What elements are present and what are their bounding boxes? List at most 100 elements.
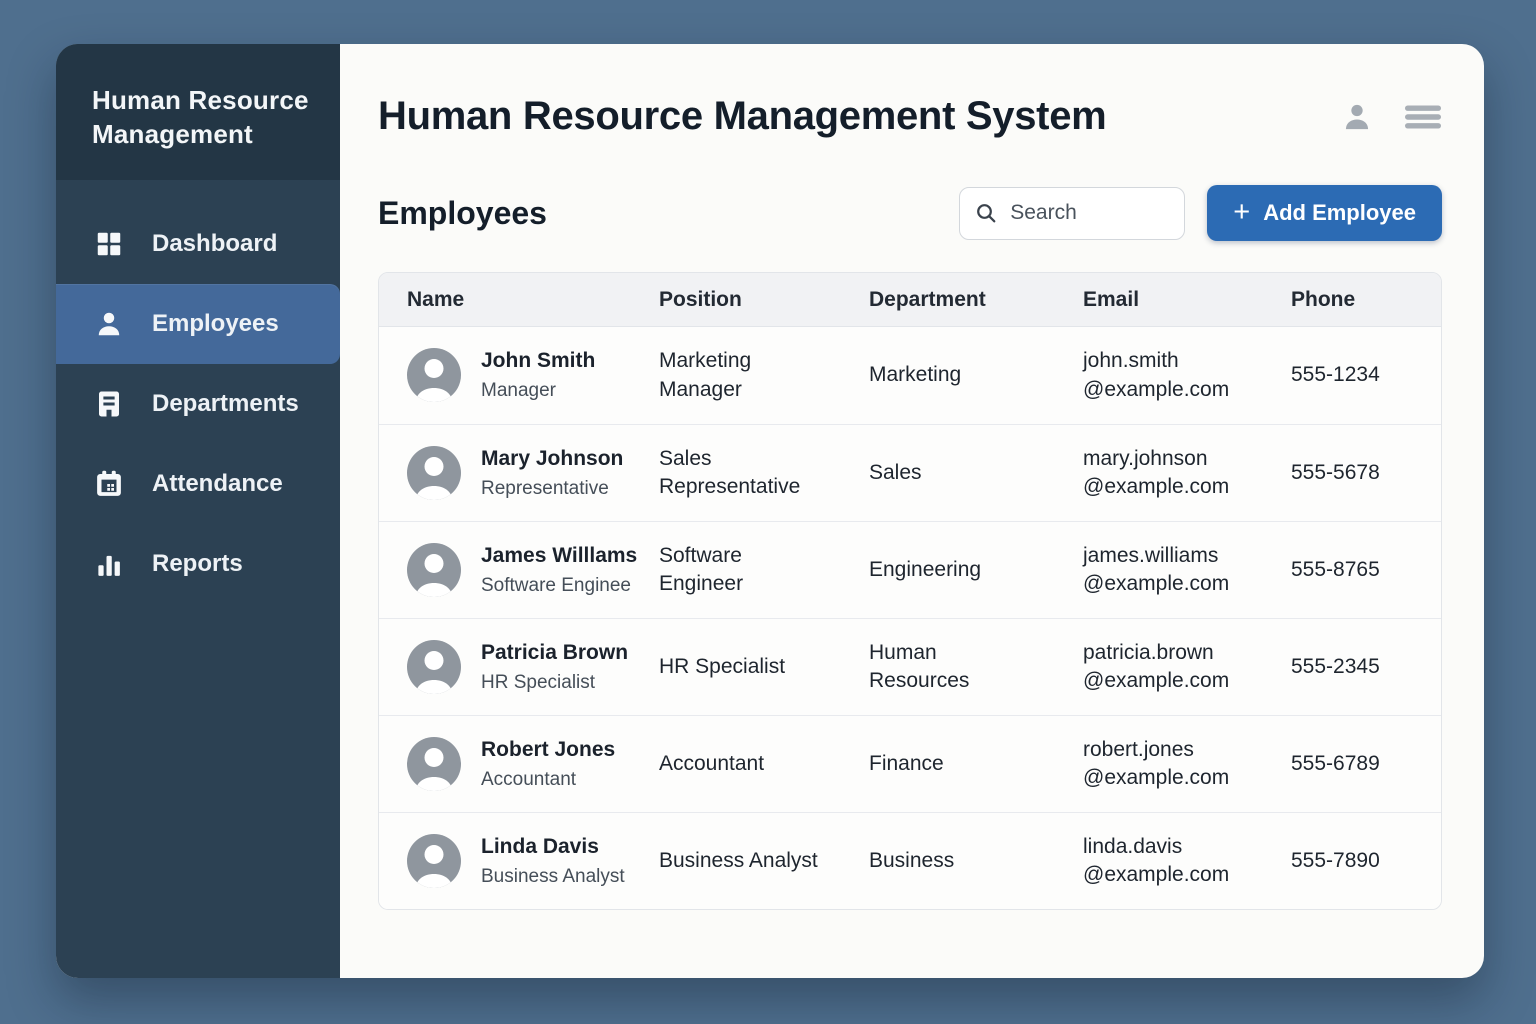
table-row[interactable]: Mary Johnson Representative Sales Repres… <box>379 424 1441 521</box>
email-domain: @example.com <box>1083 572 1230 595</box>
employee-name-subtitle: HR Specialist <box>481 671 596 693</box>
avatar-person-icon <box>415 747 453 791</box>
user-icon[interactable] <box>1340 100 1374 134</box>
employee-position: Business Analyst <box>659 848 818 872</box>
sidebar-title: Human Resource Management <box>92 85 309 149</box>
column-header-department: Department <box>869 287 986 311</box>
avatar <box>407 639 461 694</box>
employee-email: linda.davis @example.com <box>1083 833 1291 890</box>
employee-name-subtitle: Business Analyst <box>481 865 625 887</box>
employee-name-text: Patricia Brown HR Specialist <box>481 639 628 696</box>
avatar <box>407 833 461 888</box>
table-row[interactable]: John Smith Manager Marketing Manager Mar… <box>379 327 1441 424</box>
employee-email: robert.jones @example.com <box>1083 736 1291 793</box>
employee-department: Finance <box>869 751 944 775</box>
avatar-person-icon <box>415 844 453 888</box>
employee-department: Human Resources <box>869 640 970 692</box>
dashboard-grid-icon <box>97 232 121 256</box>
employee-name: Patricia Brown <box>481 640 629 664</box>
employee-name: Robert Jones <box>481 737 616 761</box>
toolbar: Employees + Add Employee <box>378 185 1442 241</box>
sidebar-nav: Dashboard Employees Departments Attendan… <box>56 204 340 604</box>
employee-phone: 555-8765 <box>1291 557 1380 581</box>
employee-name: Mary Johnson <box>481 446 624 470</box>
employee-phone: 555-6789 <box>1291 751 1380 775</box>
sidebar-item-attendance[interactable]: Attendance <box>56 444 340 524</box>
sidebar-item-dashboard[interactable]: Dashboard <box>56 204 340 284</box>
employee-position: Accountant <box>659 751 765 775</box>
employee-department: Engineering <box>869 557 982 581</box>
sidebar-item-label: Reports <box>152 550 243 577</box>
employee-email: mary.johnson @example.com <box>1083 445 1291 502</box>
avatar <box>407 348 461 403</box>
employee-name-cell: James Willlams Software Enginee <box>407 542 659 599</box>
employee-name-text: James Willlams Software Enginee <box>481 542 637 599</box>
main-content: Human Resource Management System Employe… <box>340 44 1484 978</box>
employees-table: Name Position Department Email Phone Joh… <box>378 272 1442 910</box>
page-title: Human Resource Management System <box>378 94 1107 138</box>
employee-name-cell: Robert Jones Accountant <box>407 736 659 793</box>
employee-name-subtitle: Software Enginee <box>481 574 631 596</box>
table-row[interactable]: Linda Davis Business Analyst Business An… <box>379 812 1441 909</box>
search-input[interactable] <box>1008 200 1171 226</box>
employee-name-text: Robert Jones Accountant <box>481 736 615 793</box>
add-employee-button[interactable]: + Add Employee <box>1207 185 1442 241</box>
avatar <box>407 542 461 597</box>
employee-email: patricia.brown @example.com <box>1083 639 1291 696</box>
sidebar-item-departments[interactable]: Departments <box>56 364 340 444</box>
employee-name: John Smith <box>481 349 596 372</box>
email-user: linda.davis <box>1083 834 1183 858</box>
email-domain: @example.com <box>1083 475 1230 498</box>
sidebar-item-label: Attendance <box>152 470 283 497</box>
calendar-icon <box>97 470 121 496</box>
employee-email: james.williams @example.com <box>1083 542 1291 599</box>
menu-icon[interactable] <box>1404 102 1442 132</box>
employee-department: Business <box>869 848 955 872</box>
employee-name-subtitle: Representative <box>481 477 609 499</box>
add-employee-label: Add Employee <box>1263 200 1416 225</box>
section-title: Employees <box>378 194 547 231</box>
table-row[interactable]: James Willlams Software Enginee Software… <box>379 521 1441 618</box>
employee-name-text: John Smith Manager <box>481 347 595 404</box>
employee-name: James Willlams <box>481 543 638 567</box>
employee-position: Marketing Manager <box>659 349 752 401</box>
sidebar-header: Human Resource Management <box>56 44 340 180</box>
column-header-email: Email <box>1083 287 1140 311</box>
employee-name-cell: Mary Johnson Representative <box>407 445 659 502</box>
avatar <box>407 736 461 791</box>
table-body: John Smith Manager Marketing Manager Mar… <box>379 327 1441 909</box>
search-box[interactable] <box>959 186 1186 240</box>
toolbar-actions: + Add Employee <box>959 185 1442 241</box>
email-domain: @example.com <box>1083 766 1230 789</box>
avatar-person-icon <box>415 553 453 597</box>
email-domain: @example.com <box>1083 669 1230 692</box>
employee-position: Software Engineer <box>659 543 744 595</box>
email-user: james.williams <box>1083 543 1219 567</box>
email-user: john.smith <box>1083 349 1179 373</box>
employee-phone: 555-5678 <box>1291 460 1380 484</box>
email-user: mary.johnson <box>1083 446 1208 470</box>
employee-position: Sales Representative <box>659 446 801 498</box>
employee-name: Linda Davis <box>481 834 599 858</box>
employee-email: john.smith @example.com <box>1083 347 1291 404</box>
search-icon <box>977 204 996 223</box>
employee-name-subtitle: Manager <box>481 380 556 402</box>
sidebar: Human Resource Management Dashboard Empl… <box>56 44 340 978</box>
app-window: Human Resource Management Dashboard Empl… <box>56 44 1484 978</box>
employee-name-subtitle: Accountant <box>481 768 577 790</box>
sidebar-item-reports[interactable]: Reports <box>56 524 340 604</box>
employee-phone: 555-7890 <box>1291 848 1380 872</box>
table-row[interactable]: Patricia Brown HR Specialist HR Speciali… <box>379 618 1441 715</box>
employee-name-text: Mary Johnson Representative <box>481 445 623 502</box>
employee-department: Sales <box>869 460 922 484</box>
sidebar-item-label: Departments <box>152 390 299 417</box>
avatar <box>407 445 461 500</box>
sidebar-item-employees[interactable]: Employees <box>56 284 340 364</box>
bar-chart-icon <box>98 555 120 576</box>
employee-phone: 555-1234 <box>1291 363 1380 387</box>
employee-name-cell: Patricia Brown HR Specialist <box>407 639 659 696</box>
table-row[interactable]: Robert Jones Accountant Accountant Finan… <box>379 715 1441 812</box>
employee-department: Marketing <box>869 363 962 387</box>
employee-position: HR Specialist <box>659 654 786 678</box>
avatar-person-icon <box>415 359 453 403</box>
